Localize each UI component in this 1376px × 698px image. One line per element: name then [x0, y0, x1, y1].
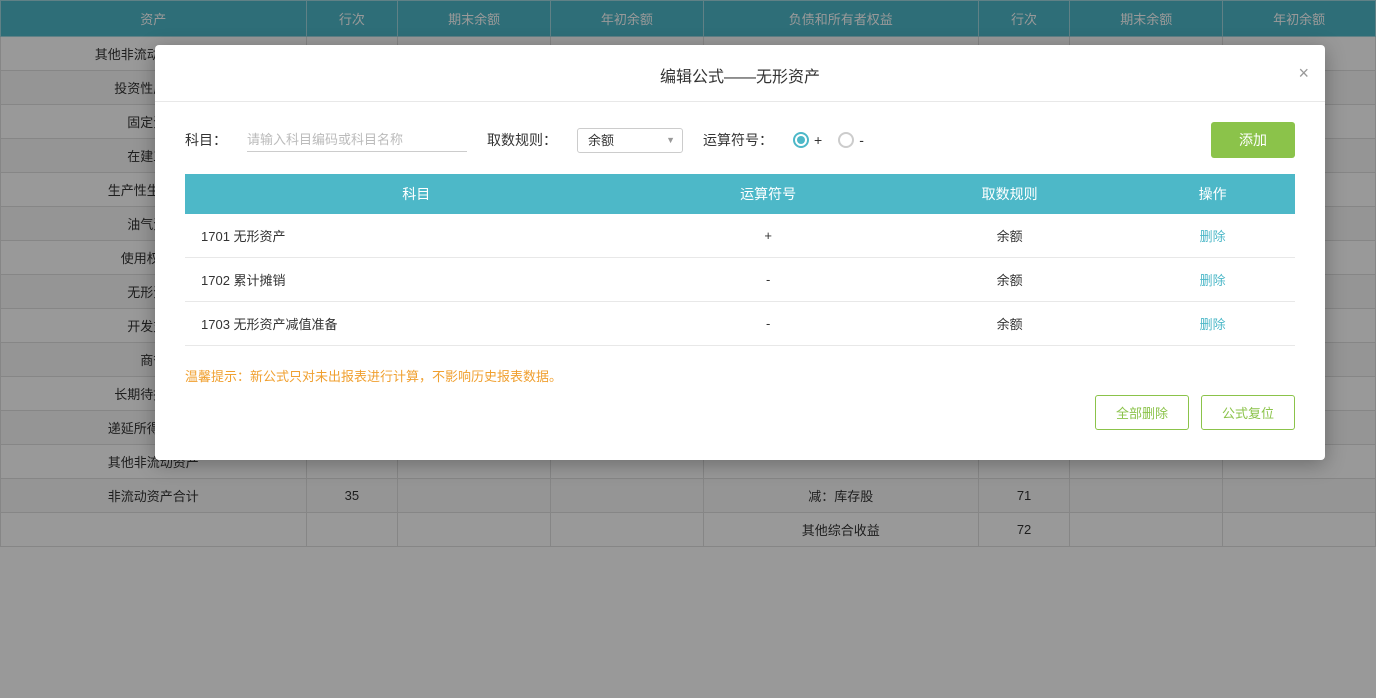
operator-radio-group: + - [793, 132, 864, 148]
warning-text: 温馨提示：新公式只对未出报表进行计算，不影响历史报表数据。 [155, 346, 1325, 395]
row1-rule: 余额 [889, 214, 1130, 258]
formula-table: 科目 运算符号 取数规则 操作 1701 无形资产 + 余额 删除 1702 累… [185, 174, 1295, 346]
subject-input[interactable] [247, 128, 467, 152]
row2-subject: 1702 累计摊销 [185, 258, 647, 302]
operator-label: 运算符号： [703, 130, 773, 150]
row3-action: 删除 [1130, 302, 1295, 346]
rule-select[interactable]: 余额 借方发生额 贷方发生额 [577, 128, 683, 153]
modal-title: 编辑公式——无形资产 [660, 63, 820, 87]
radio-minus-circle [838, 132, 854, 148]
table-header-row: 科目 运算符号 取数规则 操作 [185, 174, 1295, 214]
row2-rule: 余额 [889, 258, 1130, 302]
rule-select-wrap: 余额 借方发生额 贷方发生额 [577, 128, 683, 153]
rule-label: 取数规则： [487, 130, 557, 150]
row3-rule: 余额 [889, 302, 1130, 346]
reset-formula-button[interactable]: 公式复位 [1201, 395, 1295, 430]
th-operator: 运算符号 [647, 174, 888, 214]
row1-operator: + [647, 214, 888, 258]
radio-plus[interactable]: + [793, 132, 822, 148]
radio-plus-label: + [814, 132, 822, 148]
th-action: 操作 [1130, 174, 1295, 214]
row2-delete-link[interactable]: 删除 [1200, 273, 1226, 288]
modal-footer: 全部删除 公式复位 [155, 395, 1325, 430]
formula-form-row: 科目： 取数规则： 余额 借方发生额 贷方发生额 运算符号： + - 添加 [155, 102, 1325, 174]
row1-subject: 1701 无形资产 [185, 214, 647, 258]
row3-delete-link[interactable]: 删除 [1200, 317, 1226, 332]
row1-delete-link[interactable]: 删除 [1200, 229, 1226, 244]
table-row: 1702 累计摊销 - 余额 删除 [185, 258, 1295, 302]
row3-operator: - [647, 302, 888, 346]
modal-header: 编辑公式——无形资产 × [155, 45, 1325, 102]
modal-close-button[interactable]: × [1298, 64, 1309, 82]
th-subject: 科目 [185, 174, 647, 214]
th-rule: 取数规则 [889, 174, 1130, 214]
table-row: 1701 无形资产 + 余额 删除 [185, 214, 1295, 258]
row1-action: 删除 [1130, 214, 1295, 258]
radio-plus-circle [793, 132, 809, 148]
formula-table-wrap: 科目 运算符号 取数规则 操作 1701 无形资产 + 余额 删除 1702 累… [185, 174, 1295, 346]
edit-formula-modal: 编辑公式——无形资产 × 科目： 取数规则： 余额 借方发生额 贷方发生额 运算… [155, 45, 1325, 460]
subject-label: 科目： [185, 130, 227, 150]
row2-action: 删除 [1130, 258, 1295, 302]
add-button[interactable]: 添加 [1211, 122, 1295, 158]
delete-all-button[interactable]: 全部删除 [1095, 395, 1189, 430]
radio-minus[interactable]: - [838, 132, 864, 148]
table-row: 1703 无形资产减值准备 - 余额 删除 [185, 302, 1295, 346]
row3-subject: 1703 无形资产减值准备 [185, 302, 647, 346]
radio-minus-label: - [859, 132, 864, 148]
row2-operator: - [647, 258, 888, 302]
